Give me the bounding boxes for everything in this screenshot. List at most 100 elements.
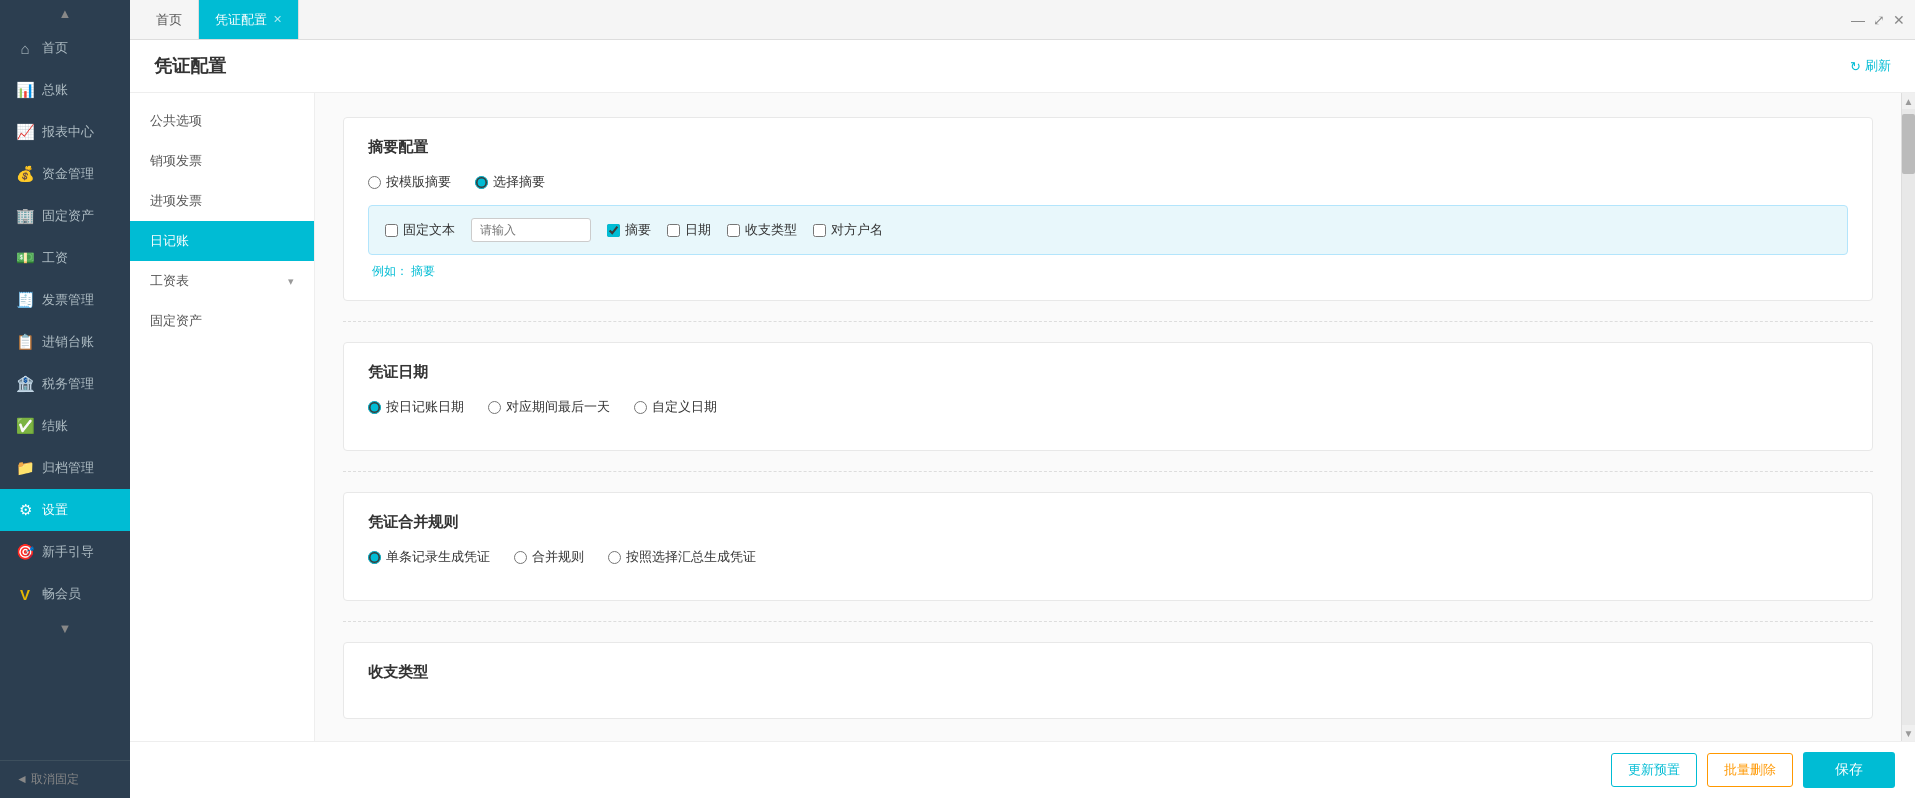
invoice-icon: 🧾: [16, 291, 34, 309]
checkbox-counterparty-input[interactable]: [813, 224, 826, 237]
merge-summary[interactable]: 按照选择汇总生成凭证: [608, 548, 756, 566]
summary-radio-select[interactable]: 选择摘要: [475, 173, 545, 191]
sidebar-scroll-up[interactable]: ▲: [0, 0, 130, 27]
tab-home[interactable]: 首页: [140, 0, 199, 39]
summary-checkbox-row: 固定文本 摘要 日期 收支类型: [368, 205, 1848, 255]
fixed-text-input[interactable]: [471, 218, 591, 242]
tax-icon: 🏦: [16, 375, 34, 393]
checkbox-income-type-input[interactable]: [727, 224, 740, 237]
sidebar-item-assets[interactable]: 🏢 固定资产: [0, 195, 130, 237]
merge-single-label: 单条记录生成凭证: [386, 548, 490, 566]
left-nav-item-payroll[interactable]: 工资表 ▾: [130, 261, 314, 301]
checkbox-summary-input[interactable]: [607, 224, 620, 237]
sidebar-item-label: 税务管理: [42, 375, 94, 393]
refresh-label: 刷新: [1865, 57, 1891, 75]
sidebar-cancel-pin[interactable]: ◄ 取消固定: [0, 760, 130, 798]
checkbox-fixed-text-input[interactable]: [385, 224, 398, 237]
sidebar-item-label: 设置: [42, 501, 68, 519]
voucher-date-custom-input[interactable]: [634, 401, 647, 414]
sidebar-item-invoice[interactable]: 🧾 发票管理: [0, 279, 130, 321]
left-nav-item-journal[interactable]: 日记账: [130, 221, 314, 261]
summary-radio-select-input[interactable]: [475, 176, 488, 189]
batch-delete-button[interactable]: 批量删除: [1707, 753, 1793, 787]
sidebar: ▲ ⌂ 首页 📊 总账 📈 报表中心 💰 资金管理 🏢 固定资产 💵 工资 🧾 …: [0, 0, 130, 798]
cancel-pin-label: 取消固定: [31, 772, 79, 786]
merge-single[interactable]: 单条记录生成凭证: [368, 548, 490, 566]
checkbox-summary[interactable]: 摘要: [607, 221, 651, 239]
merge-rule-input[interactable]: [514, 551, 527, 564]
scroll-thumb[interactable]: [1902, 114, 1915, 174]
main-area: 首页 凭证配置 ✕ — ⤢ ✕ 凭证配置 ↻ 刷新 公共选项: [130, 0, 1915, 798]
tab-close-icon[interactable]: ✕: [273, 13, 282, 26]
sidebar-item-label: 进销台账: [42, 333, 94, 351]
section-divider-3: [343, 621, 1873, 622]
update-preview-button[interactable]: 更新预置: [1611, 753, 1697, 787]
scroll-down-arrow[interactable]: ▼: [1902, 725, 1916, 741]
sidebar-item-tax[interactable]: 🏦 税务管理: [0, 363, 130, 405]
summary-radio-template[interactable]: 按模版摘要: [368, 173, 451, 191]
guide-icon: 🎯: [16, 543, 34, 561]
voucher-date-period-last[interactable]: 对应期间最后一天: [488, 398, 610, 416]
sidebar-item-trade[interactable]: 📋 进销台账: [0, 321, 130, 363]
summary-radio-template-input[interactable]: [368, 176, 381, 189]
left-nav-item-fixed-assets[interactable]: 固定资产: [130, 301, 314, 341]
voucher-date-section: 凭证日期 按日记账日期 对应期间最后一天 自定义日期: [343, 342, 1873, 451]
income-expense-title: 收支类型: [368, 663, 1848, 682]
sidebar-item-fund[interactable]: 💰 资金管理: [0, 153, 130, 195]
sidebar-item-guide[interactable]: 🎯 新手引导: [0, 531, 130, 573]
window-maximize[interactable]: ⤢: [1873, 12, 1885, 28]
trade-icon: 📋: [16, 333, 34, 351]
merge-summary-input[interactable]: [608, 551, 621, 564]
checkbox-summary-label: 摘要: [625, 221, 651, 239]
voucher-date-period-last-input[interactable]: [488, 401, 501, 414]
sidebar-item-salary[interactable]: 💵 工资: [0, 237, 130, 279]
merge-rule-label: 合并规则: [532, 548, 584, 566]
voucher-date-custom[interactable]: 自定义日期: [634, 398, 717, 416]
refresh-button[interactable]: ↻ 刷新: [1850, 57, 1891, 75]
archive-icon: 📁: [16, 459, 34, 477]
left-nav: 公共选项 销项发票 进项发票 日记账 工资表 ▾ 固定资产: [130, 93, 315, 741]
sidebar-item-label: 畅会员: [42, 585, 81, 603]
save-button[interactable]: 保存: [1803, 752, 1895, 788]
left-nav-item-public[interactable]: 公共选项: [130, 101, 314, 141]
window-controls: — ⤢ ✕: [1851, 12, 1905, 28]
pin-icon: ◄: [16, 772, 28, 786]
body-layout: 公共选项 销项发票 进项发票 日记账 工资表 ▾ 固定资产: [130, 93, 1915, 741]
left-nav-label: 销项发票: [150, 152, 202, 170]
sidebar-item-member[interactable]: V 畅会员: [0, 573, 130, 615]
sidebar-item-checkout[interactable]: ✅ 结账: [0, 405, 130, 447]
left-nav-label: 进项发票: [150, 192, 202, 210]
sidebar-item-ledger[interactable]: 📊 总账: [0, 69, 130, 111]
voucher-date-title: 凭证日期: [368, 363, 1848, 382]
checkbox-counterparty[interactable]: 对方户名: [813, 221, 883, 239]
sidebar-item-reports[interactable]: 📈 报表中心: [0, 111, 130, 153]
member-icon: V: [16, 586, 34, 603]
sidebar-item-label: 总账: [42, 81, 68, 99]
voucher-date-period-last-label: 对应期间最后一天: [506, 398, 610, 416]
left-nav-item-purchase-invoice[interactable]: 进项发票: [130, 181, 314, 221]
summary-radio-group: 按模版摘要 选择摘要: [368, 173, 1848, 191]
merge-rule[interactable]: 合并规则: [514, 548, 584, 566]
checkbox-date[interactable]: 日期: [667, 221, 711, 239]
voucher-date-journal[interactable]: 按日记账日期: [368, 398, 464, 416]
sidebar-item-settings[interactable]: ⚙ 设置: [0, 489, 130, 531]
summary-radio-template-label: 按模版摘要: [386, 173, 451, 191]
income-expense-section: 收支类型: [343, 642, 1873, 719]
sidebar-scroll-down[interactable]: ▼: [0, 615, 130, 642]
merge-single-input[interactable]: [368, 551, 381, 564]
checkbox-income-type[interactable]: 收支类型: [727, 221, 797, 239]
tab-voucher[interactable]: 凭证配置 ✕: [199, 0, 299, 39]
voucher-date-journal-input[interactable]: [368, 401, 381, 414]
merge-rules-section: 凭证合并规则 单条记录生成凭证 合并规则 按照选择汇总生成凭证: [343, 492, 1873, 601]
scroll-up-arrow[interactable]: ▲: [1902, 93, 1916, 109]
sidebar-item-home[interactable]: ⌂ 首页: [0, 27, 130, 69]
content-area: 凭证配置 ↻ 刷新 公共选项 销项发票 进项发票 日记账: [130, 40, 1915, 798]
window-minimize[interactable]: —: [1851, 12, 1865, 28]
left-nav-item-sales-invoice[interactable]: 销项发票: [130, 141, 314, 181]
checkbox-date-input[interactable]: [667, 224, 680, 237]
sidebar-item-archive[interactable]: 📁 归档管理: [0, 447, 130, 489]
salary-icon: 💵: [16, 249, 34, 267]
window-close[interactable]: ✕: [1893, 12, 1905, 28]
sidebar-item-label: 工资: [42, 249, 68, 267]
checkbox-fixed-text[interactable]: 固定文本: [385, 221, 455, 239]
